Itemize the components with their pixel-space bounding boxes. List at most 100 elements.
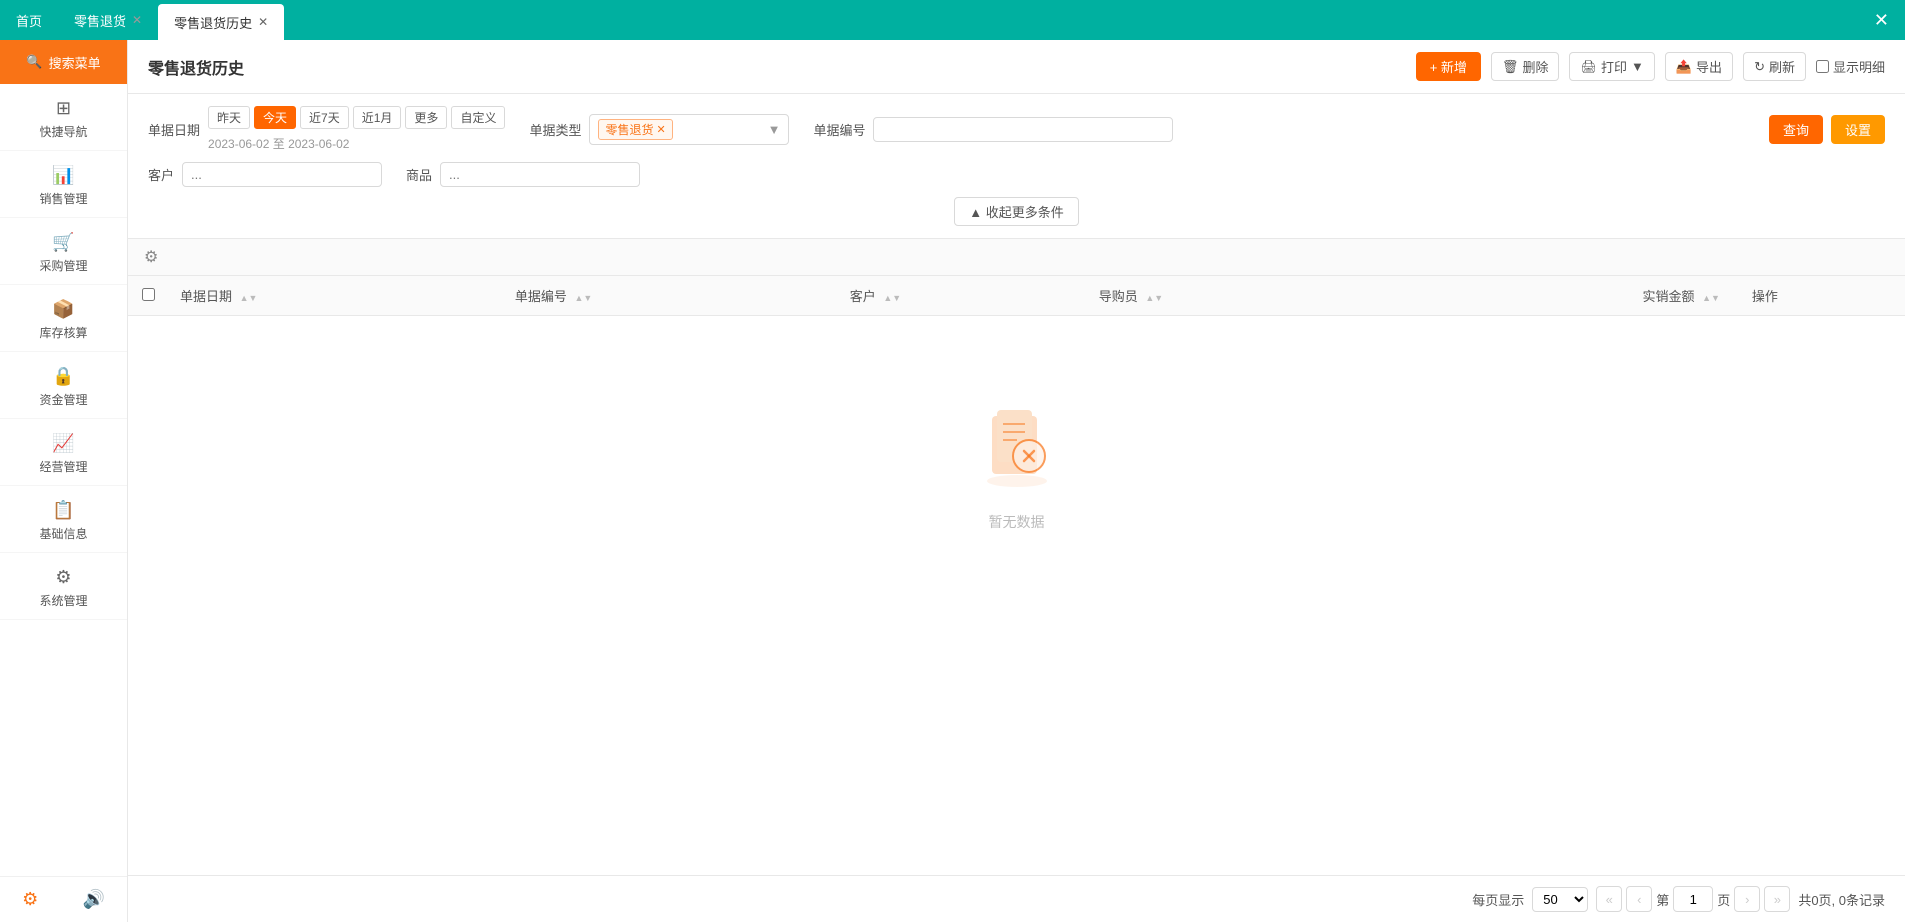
voucher-input[interactable]: [873, 117, 1173, 142]
tab-retail-return[interactable]: 零售退货 ✕: [58, 0, 158, 40]
th-guide-label: 导购员: [1099, 289, 1138, 304]
window-close-button[interactable]: ✕: [1874, 10, 1889, 31]
sidebar-item-finance-label: 资金管理: [39, 391, 87, 408]
sidebar-item-operations[interactable]: 📈 经营管理: [0, 419, 127, 486]
sidebar-item-operations-label: 经营管理: [39, 458, 87, 475]
print-button[interactable]: 🖨 打印 ▼: [1569, 52, 1654, 81]
search-icon: 🔍: [26, 54, 42, 70]
filter-goods: 商品: [406, 162, 640, 187]
date-btn-custom[interactable]: 自定义: [451, 106, 505, 129]
top-bar-right: ✕: [1874, 10, 1905, 31]
filter-panel: 单据日期 昨天 今天 近7天 近1月 更多 自定义 2023-06-02 至 2…: [128, 94, 1905, 239]
inventory-icon: 📦: [52, 299, 74, 320]
empty-icon: [967, 396, 1067, 496]
empty-state: 暂无数据: [128, 316, 1905, 612]
show-detail-checkbox-label[interactable]: 显示明细: [1816, 57, 1885, 76]
query-button[interactable]: 查询: [1769, 115, 1823, 144]
refresh-label: 刷新: [1769, 57, 1795, 76]
th-amount: 实销金额 ▲▼: [1379, 276, 1740, 316]
type-tag-label: 零售退货: [605, 121, 653, 138]
th-guide-sort[interactable]: ▲▼: [1145, 293, 1163, 303]
main-layout: 🔍 搜索菜单 ⊞ 快捷导航 📊 销售管理 🛒 采购管理 📦 库存核算 🔒 资金管…: [0, 40, 1905, 922]
type-tag-close[interactable]: ✕: [656, 123, 665, 136]
sidebar-search[interactable]: 🔍 搜索菜单: [0, 40, 127, 84]
refresh-button[interactable]: ↻ 刷新: [1743, 52, 1806, 81]
tab-home[interactable]: 首页: [0, 0, 58, 40]
th-date-label: 单据日期: [180, 289, 232, 304]
print-label: 打印: [1601, 57, 1627, 76]
th-voucher: 单据编号 ▲▼: [503, 276, 838, 316]
sidebar-item-inventory[interactable]: 📦 库存核算: [0, 285, 127, 352]
settings-footer-icon[interactable]: ⚙: [22, 889, 38, 910]
sidebar: 🔍 搜索菜单 ⊞ 快捷导航 📊 销售管理 🛒 采购管理 📦 库存核算 🔒 资金管…: [0, 40, 128, 922]
tab-retail-return-history-close[interactable]: ✕: [258, 15, 268, 29]
sidebar-item-quick-nav[interactable]: ⊞ 快捷导航: [0, 84, 127, 151]
table-settings-icon[interactable]: ⚙: [144, 247, 158, 267]
operations-icon: 📈: [52, 433, 74, 454]
delete-label: 删除: [1522, 57, 1548, 76]
tab-retail-return-history[interactable]: 零售退货历史 ✕: [158, 4, 284, 40]
th-amount-sort[interactable]: ▲▼: [1702, 293, 1720, 303]
filter-date: 单据日期 昨天 今天 近7天 近1月 更多 自定义 2023-06-02 至 2…: [148, 106, 505, 152]
export-label: 导出: [1696, 57, 1722, 76]
page-size-select[interactable]: 50 10 20 100: [1532, 887, 1588, 912]
date-btn-today[interactable]: 今天: [254, 106, 296, 129]
export-button[interactable]: 📤 导出: [1665, 52, 1733, 81]
th-customer-sort[interactable]: ▲▼: [883, 293, 901, 303]
th-voucher-label: 单据编号: [515, 289, 567, 304]
select-all-checkbox[interactable]: [142, 288, 155, 301]
first-page-button[interactable]: «: [1596, 886, 1622, 912]
sidebar-item-finance[interactable]: 🔒 资金管理: [0, 352, 127, 419]
next-page-button[interactable]: ›: [1734, 886, 1760, 912]
th-date-sort[interactable]: ▲▼: [240, 293, 258, 303]
top-bar: 首页 零售退货 ✕ 零售退货历史 ✕ ✕: [0, 0, 1905, 40]
sidebar-search-label: 搜索菜单: [49, 53, 101, 72]
export-icon: 📤: [1676, 59, 1692, 75]
basic-info-icon: 📋: [52, 500, 74, 521]
filter-customer: 客户: [148, 162, 382, 187]
th-voucher-sort[interactable]: ▲▼: [574, 293, 592, 303]
refresh-icon: ↻: [1754, 59, 1765, 75]
tab-list: 首页 零售退货 ✕ 零售退货历史 ✕: [0, 0, 284, 40]
sidebar-item-basic-info-label: 基础信息: [39, 525, 87, 542]
goods-label: 商品: [406, 165, 432, 184]
page-size-label: 每页显示: [1472, 890, 1524, 909]
add-button[interactable]: + 新增: [1416, 52, 1481, 81]
type-select[interactable]: 零售退货 ✕ ▼: [589, 114, 789, 145]
sidebar-item-system[interactable]: ⚙ 系统管理: [0, 553, 127, 620]
th-actions-label: 操作: [1752, 289, 1778, 304]
empty-text: 暂无数据: [989, 512, 1045, 532]
tab-home-label: 首页: [16, 11, 42, 30]
page-number-input[interactable]: [1673, 886, 1713, 912]
page-unit: 页: [1717, 890, 1730, 909]
date-btn-yesterday[interactable]: 昨天: [208, 106, 250, 129]
last-page-button[interactable]: »: [1764, 886, 1790, 912]
date-buttons: 昨天 今天 近7天 近1月 更多 自定义: [208, 106, 505, 129]
collapse-button[interactable]: ▲ 收起更多条件: [954, 197, 1078, 226]
sidebar-item-purchase-mgmt[interactable]: 🛒 采购管理: [0, 218, 127, 285]
sales-icon: 📊: [52, 165, 74, 186]
sidebar-item-sales-mgmt[interactable]: 📊 销售管理: [0, 151, 127, 218]
data-table: 单据日期 ▲▼ 单据编号 ▲▼ 客户 ▲▼ 导购员: [128, 276, 1905, 316]
type-label: 单据类型: [529, 120, 581, 139]
sidebar-item-basic-info[interactable]: 📋 基础信息: [0, 486, 127, 553]
sidebar-footer: ⚙ 🔊: [0, 876, 127, 922]
print-arrow-icon: ▼: [1631, 59, 1644, 74]
customer-input[interactable]: [182, 162, 382, 187]
prev-page-button[interactable]: ‹: [1626, 886, 1652, 912]
date-btn-7days[interactable]: 近7天: [300, 106, 349, 129]
total-info: 共0页, 0条记录: [1798, 890, 1885, 909]
customer-label: 客户: [148, 165, 174, 184]
page-title: 零售退货历史: [148, 55, 244, 79]
goods-input[interactable]: [440, 162, 640, 187]
tab-retail-return-close[interactable]: ✕: [132, 13, 142, 27]
page-nav: « ‹ 第 页 › »: [1596, 886, 1790, 912]
volume-footer-icon[interactable]: 🔊: [82, 889, 104, 910]
content-area: 零售退货历史 + 新增 🗑 删除 🖨 打印 ▼ 📤 导出 ↻: [128, 40, 1905, 922]
system-icon: ⚙: [55, 567, 71, 588]
settings-button[interactable]: 设置: [1831, 115, 1885, 144]
date-btn-1month[interactable]: 近1月: [353, 106, 402, 129]
delete-button[interactable]: 🗑 删除: [1491, 52, 1560, 81]
date-btn-more[interactable]: 更多: [405, 106, 447, 129]
show-detail-checkbox[interactable]: [1816, 60, 1829, 73]
